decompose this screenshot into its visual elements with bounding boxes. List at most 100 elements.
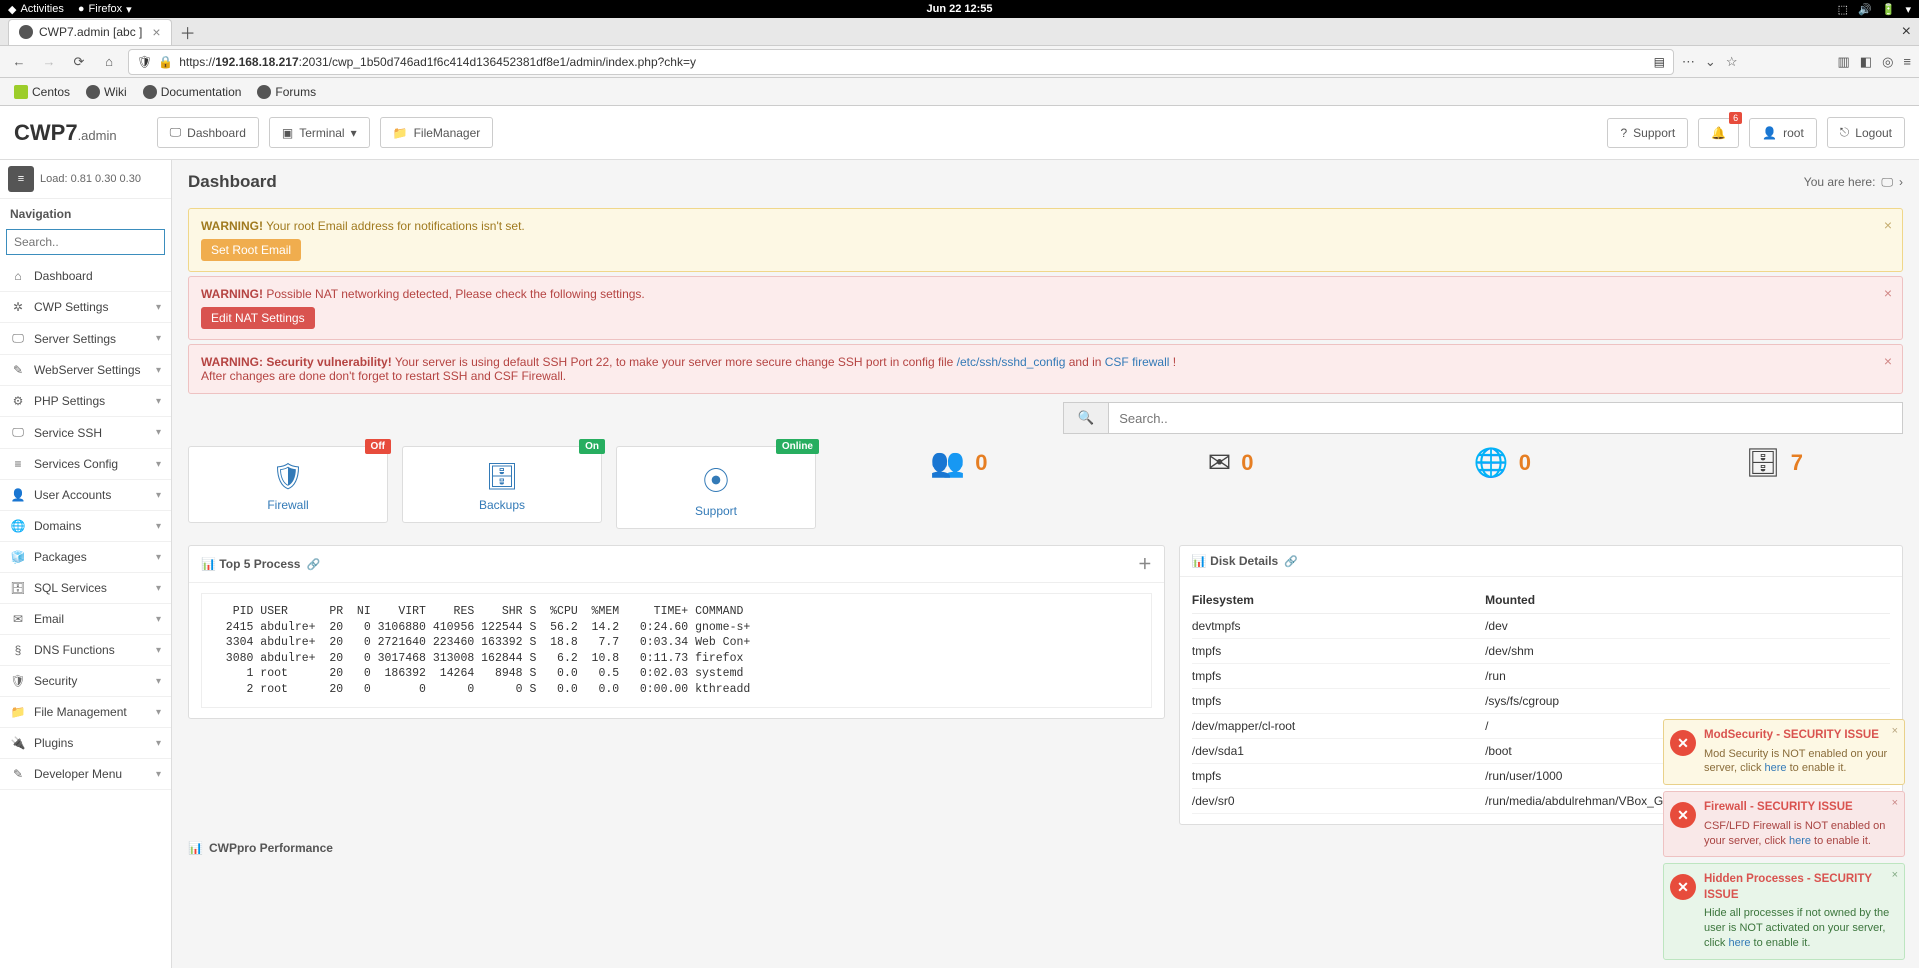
sidebar-item-sql-services[interactable]: 🗄SQL Services▾	[0, 573, 171, 604]
url-bar[interactable]: 🛡 🔒 https://192.168.18.217:2031/cwp_1b50…	[128, 49, 1674, 75]
sidebar-item-services-config[interactable]: ≡Services Config▾	[0, 449, 171, 480]
close-icon[interactable]: ×	[1892, 724, 1898, 739]
battery-icon[interactable]: 🔋	[1882, 3, 1896, 16]
bookmark-centos[interactable]: Centos	[8, 82, 76, 102]
sidebar-item-label: PHP Settings	[34, 394, 105, 408]
chevron-down-icon: ▾	[156, 521, 161, 532]
sidebar-item-label: User Accounts	[34, 488, 111, 502]
sidebar-item-webserver-settings[interactable]: ✎WebServer Settings▾	[0, 355, 171, 386]
expand-icon[interactable]: ＋	[1138, 554, 1152, 574]
tile-support[interactable]: Online ⦿ Support	[616, 446, 816, 529]
reader-mode-icon[interactable]: ▤	[1654, 55, 1665, 69]
sidebar-item-label: Domains	[34, 519, 81, 533]
stat-databases[interactable]: 🗄7	[1645, 446, 1903, 479]
sidebar-item-php-settings[interactable]: ⚙PHP Settings▾	[0, 386, 171, 417]
enable-link[interactable]: here	[1765, 762, 1787, 774]
sidebar-item-server-settings[interactable]: 🖵Server Settings▾	[0, 323, 171, 355]
bookmark-forums[interactable]: Forums	[251, 82, 322, 102]
sshd-config-link[interactable]: /etc/ssh/sshd_config	[957, 355, 1066, 369]
network-icon[interactable]: ⬚	[1838, 3, 1848, 16]
sidebar-item-dns-functions[interactable]: §DNS Functions▾	[0, 635, 171, 666]
globe-icon: 🌐	[1474, 446, 1509, 479]
browser-tab[interactable]: CWP7.admin [abc ] ×	[8, 19, 172, 45]
dashboard-button[interactable]: 🖵Dashboard	[157, 117, 259, 148]
logo[interactable]: CWP7.admin	[14, 120, 117, 146]
close-icon[interactable]: ×	[1884, 353, 1892, 369]
chevron-down-icon: ▾	[156, 427, 161, 438]
sidebar-item-cwp-settings[interactable]: ✲CWP Settings▾	[0, 292, 171, 323]
tab-close-icon[interactable]: ×	[152, 24, 160, 40]
sidebar-item-email[interactable]: ✉Email▾	[0, 604, 171, 635]
back-button[interactable]: ←	[8, 51, 30, 73]
pocket-icon[interactable]: ⌄	[1705, 54, 1716, 70]
sidebar-item-domains[interactable]: 🌐Domains▾	[0, 511, 171, 542]
terminal-icon: ▣	[282, 126, 293, 140]
stat-mail[interactable]: ✉0	[1102, 446, 1360, 479]
shield-icon[interactable]: 🛡	[137, 55, 152, 69]
forward-button[interactable]: →	[38, 51, 60, 73]
notifications-button[interactable]: 🔔6	[1698, 118, 1739, 148]
clock[interactable]: Jun 22 12:55	[926, 3, 992, 15]
bookmark-documentation[interactable]: Documentation	[137, 82, 248, 102]
search-button[interactable]: 🔍	[1063, 402, 1110, 434]
close-icon[interactable]: ×	[1884, 217, 1892, 233]
lock-icon[interactable]: 🔒	[158, 55, 173, 69]
stat-domains[interactable]: 🌐0	[1374, 446, 1632, 479]
edit-nat-button[interactable]: Edit NAT Settings	[201, 307, 315, 329]
sidebar-search-input[interactable]	[6, 229, 165, 255]
user-menu[interactable]: 👤root	[1749, 118, 1817, 148]
app-header: CWP7.admin 🖵Dashboard ▣Terminal ▾ 📁FileM…	[0, 106, 1919, 160]
close-icon[interactable]: ×	[1892, 868, 1898, 883]
new-tab-button[interactable]: ＋	[180, 20, 196, 44]
chevron-down-icon: ▾	[156, 396, 161, 407]
sidebar-item-packages[interactable]: 🧊Packages▾	[0, 542, 171, 573]
account-icon[interactable]: ◎	[1882, 54, 1893, 70]
sidebar-item-service-ssh[interactable]: 🖵Service SSH▾	[0, 417, 171, 449]
monitor-icon[interactable]: 🖵	[1881, 175, 1893, 190]
link-icon[interactable]: 🔗	[306, 558, 320, 571]
disk-row: devtmpfs/dev	[1192, 614, 1890, 639]
enable-link[interactable]: here	[1728, 937, 1750, 949]
bookmark-wiki[interactable]: Wiki	[80, 82, 133, 102]
volume-icon[interactable]: 🔊	[1858, 3, 1872, 16]
tile-firewall[interactable]: Off 🛡 Firewall	[188, 446, 388, 523]
sidebar-item-label: Service SSH	[34, 426, 102, 440]
filemanager-button[interactable]: 📁FileManager	[380, 117, 494, 148]
sidebar-item-user-accounts[interactable]: 👤User Accounts▾	[0, 480, 171, 511]
nav-icon: ✎	[10, 767, 26, 781]
sidebar-item-security[interactable]: 🛡Security▾	[0, 666, 171, 697]
shield-icon: 🛡	[189, 461, 387, 492]
sidebar-item-developer-menu[interactable]: ✎Developer Menu▾	[0, 759, 171, 790]
browser-tab-bar: CWP7.admin [abc ] × ＋ ×	[0, 18, 1919, 46]
page-actions-icon[interactable]: ⋯	[1682, 54, 1695, 70]
support-button[interactable]: ?Support	[1607, 118, 1688, 148]
sidebar-item-file-management[interactable]: 📁File Management▾	[0, 697, 171, 728]
enable-link[interactable]: here	[1789, 835, 1811, 847]
notice-modsecurity: × ✕ ModSecurity - SECURITY ISSUE Mod Sec…	[1663, 719, 1905, 785]
stat-users[interactable]: 👥0	[830, 446, 1088, 479]
sidebar-icon[interactable]: ◧	[1860, 54, 1872, 70]
tile-backups[interactable]: On 🗄 Backups	[402, 446, 602, 523]
activities-button[interactable]: ◆ Activities	[8, 3, 64, 16]
bookmark-star-icon[interactable]: ☆	[1726, 54, 1738, 70]
window-close-icon[interactable]: ×	[1902, 23, 1911, 41]
link-icon[interactable]: 🔗	[1284, 555, 1298, 568]
close-icon[interactable]: ×	[1892, 796, 1898, 811]
close-icon[interactable]: ×	[1884, 285, 1892, 301]
nav-icon: 🔌	[10, 736, 26, 750]
question-icon: ?	[1620, 126, 1627, 140]
reload-button[interactable]: ⟳	[68, 51, 90, 73]
sidebar-item-plugins[interactable]: 🔌Plugins▾	[0, 728, 171, 759]
caret-down-icon: ▾	[351, 126, 357, 140]
logout-button[interactable]: ⎋Logout	[1827, 117, 1905, 148]
home-button[interactable]: ⌂	[98, 51, 120, 73]
sidebar-item-dashboard[interactable]: ⌂Dashboard	[0, 261, 171, 292]
main-search-input[interactable]	[1109, 402, 1903, 434]
system-menu-caret[interactable]: ▾	[1905, 3, 1911, 16]
library-icon[interactable]: ▥	[1837, 54, 1849, 70]
current-app[interactable]: ● Firefox ▾	[78, 3, 132, 16]
hamburger-menu-icon[interactable]: ≡	[1903, 54, 1911, 69]
set-root-email-button[interactable]: Set Root Email	[201, 239, 301, 261]
terminal-button[interactable]: ▣Terminal ▾	[269, 117, 370, 148]
csf-firewall-link[interactable]: CSF firewall	[1105, 355, 1170, 369]
